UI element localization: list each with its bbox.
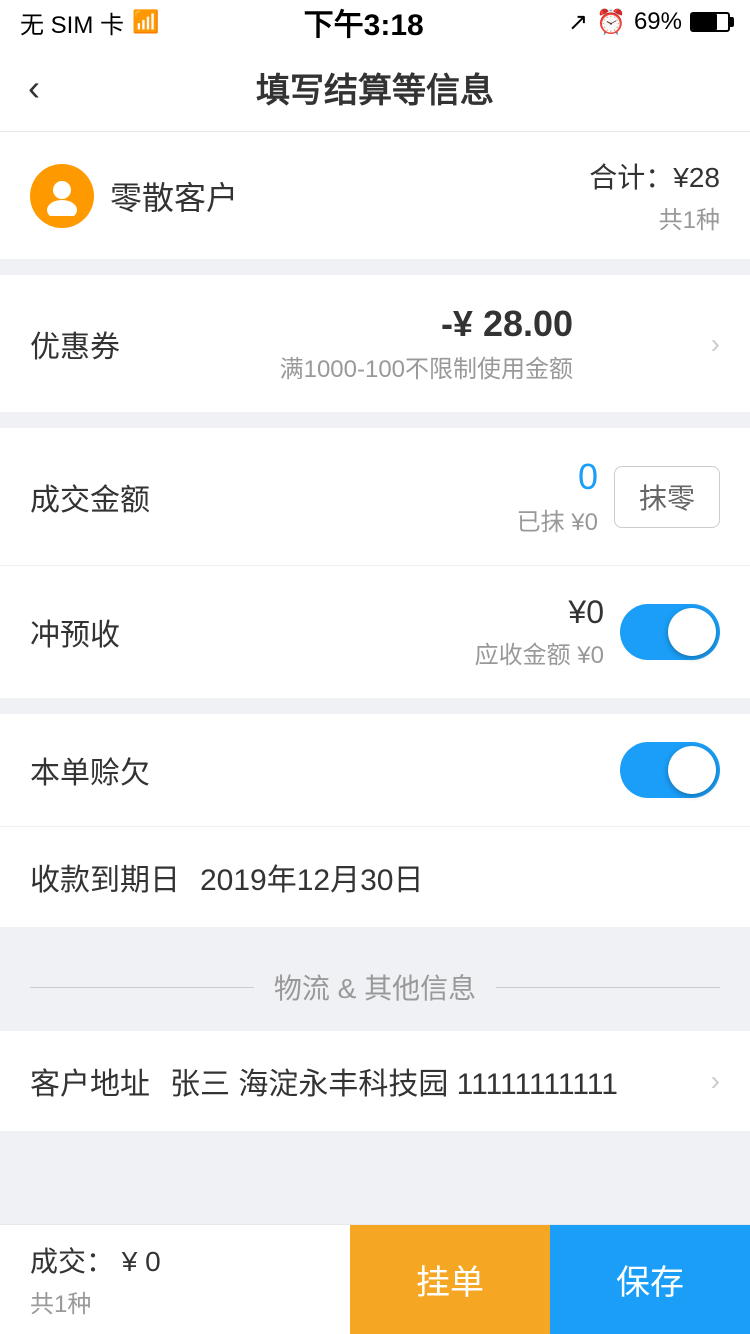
transaction-row: 成交金额 0 已抹 ¥0 抹零	[0, 428, 750, 565]
coupon-amount: -¥ 28.00	[280, 303, 573, 345]
deferred-toggle-knob	[668, 746, 716, 794]
battery-percent: 69%	[634, 8, 682, 36]
page-title: 填写结算等信息	[256, 63, 494, 112]
bottom-deal-amount: 成交： ¥ 0	[30, 1240, 320, 1280]
transaction-value-wrap: 0 已抹 ¥0	[517, 456, 598, 537]
battery-icon	[690, 12, 730, 32]
due-date-row: 收款到期日 2019年12月30日	[0, 826, 750, 927]
due-date-value: 2019年12月30日	[200, 855, 423, 899]
round-off-button[interactable]: 抹零	[614, 466, 720, 528]
prereceive-sub: 应收金额 ¥0	[475, 635, 604, 670]
coupon-card: 优惠券 -¥ 28.00 满1000-100不限制使用金额 ›	[0, 275, 750, 412]
address-row[interactable]: 客户地址 张三 海淀永丰科技园 11111111111 ›	[0, 1031, 750, 1131]
bottom-count: 共1种	[30, 1284, 320, 1319]
customer-name: 零散客户	[110, 173, 238, 219]
alarm-icon: ⏰	[596, 8, 626, 37]
prereceive-row: 冲预收 ¥0 应收金额 ¥0	[0, 565, 750, 698]
customer-card: 零散客户 合计：¥28 共1种	[0, 132, 750, 259]
coupon-label: 优惠券	[30, 322, 150, 366]
logistics-section: 物流 & 其他信息	[0, 943, 750, 1031]
deferred-card: 本单赊欠 收款到期日 2019年12月30日	[0, 714, 750, 927]
deferred-toggle[interactable]	[620, 742, 720, 798]
customer-left: 零散客户	[30, 164, 238, 228]
coupon-chevron-icon: ›	[711, 328, 720, 360]
bottom-bar: 成交： ¥ 0 共1种 挂单 保存	[0, 1224, 750, 1334]
coupon-description: 满1000-100不限制使用金额	[280, 349, 573, 384]
coupon-right: -¥ 28.00 满1000-100不限制使用金额	[280, 303, 573, 384]
status-time: 下午3:18	[304, 0, 424, 44]
transaction-value[interactable]: 0	[517, 456, 598, 498]
back-button[interactable]: ‹	[28, 67, 40, 109]
status-right: ↗ ⏰ 69%	[568, 8, 730, 37]
prereceive-right: ¥0 应收金额 ¥0	[475, 594, 720, 670]
content-area: 零散客户 合计：¥28 共1种 优惠券 -¥ 28.00 满1000-100不限…	[0, 132, 750, 1267]
transaction-card: 成交金额 0 已抹 ¥0 抹零 冲预收 ¥0 应收金额 ¥0	[0, 428, 750, 698]
deferred-label: 本单赊欠	[30, 748, 150, 792]
transaction-label: 成交金额	[30, 475, 150, 519]
customer-right: 合计：¥28 共1种	[589, 156, 720, 235]
deferred-row: 本单赊欠	[0, 714, 750, 826]
wifi-icon: 📶	[132, 9, 159, 35]
address-chevron-icon: ›	[711, 1065, 720, 1097]
address-value: 张三 海淀永丰科技园 11111111111	[170, 1059, 703, 1103]
carrier-label: 无 SIM 卡	[20, 5, 124, 40]
save-button[interactable]: 保存	[550, 1225, 750, 1334]
user-icon	[42, 176, 82, 216]
hold-button[interactable]: 挂单	[350, 1225, 550, 1334]
bottom-info: 成交： ¥ 0 共1种	[0, 1240, 350, 1319]
address-label: 客户地址	[30, 1059, 150, 1103]
bottom-deal-label: 成交：	[30, 1246, 114, 1277]
deferred-right	[620, 742, 720, 798]
already-rounded: 已抹 ¥0	[517, 502, 598, 537]
coupon-row[interactable]: 优惠券 -¥ 28.00 满1000-100不限制使用金额 ›	[0, 275, 750, 412]
toggle-knob	[668, 608, 716, 656]
divider-line-left	[30, 987, 254, 988]
customer-count: 共1种	[589, 200, 720, 235]
customer-row: 零散客户 合计：¥28 共1种	[0, 132, 750, 259]
logistics-label: 物流 & 其他信息	[274, 967, 476, 1007]
customer-total: 合计：¥28	[589, 156, 720, 196]
prereceive-amount: ¥0	[475, 594, 604, 631]
transaction-right: 0 已抹 ¥0 抹零	[517, 456, 720, 537]
address-card: 客户地址 张三 海淀永丰科技园 11111111111 ›	[0, 1031, 750, 1131]
location-icon: ↗	[568, 8, 588, 37]
prereceive-toggle[interactable]	[620, 604, 720, 660]
avatar	[30, 164, 94, 228]
bottom-deal-value: ¥ 0	[122, 1246, 161, 1277]
prereceive-label: 冲预收	[30, 610, 150, 654]
status-left: 无 SIM 卡 📶	[20, 5, 159, 40]
prereceive-value-wrap: ¥0 应收金额 ¥0	[475, 594, 604, 670]
due-date-label: 收款到期日	[30, 855, 180, 899]
divider-line-right	[496, 987, 720, 988]
status-bar: 无 SIM 卡 📶 下午3:18 ↗ ⏰ 69%	[0, 0, 750, 44]
nav-bar: ‹ 填写结算等信息	[0, 44, 750, 132]
logistics-divider: 物流 & 其他信息	[30, 967, 720, 1007]
